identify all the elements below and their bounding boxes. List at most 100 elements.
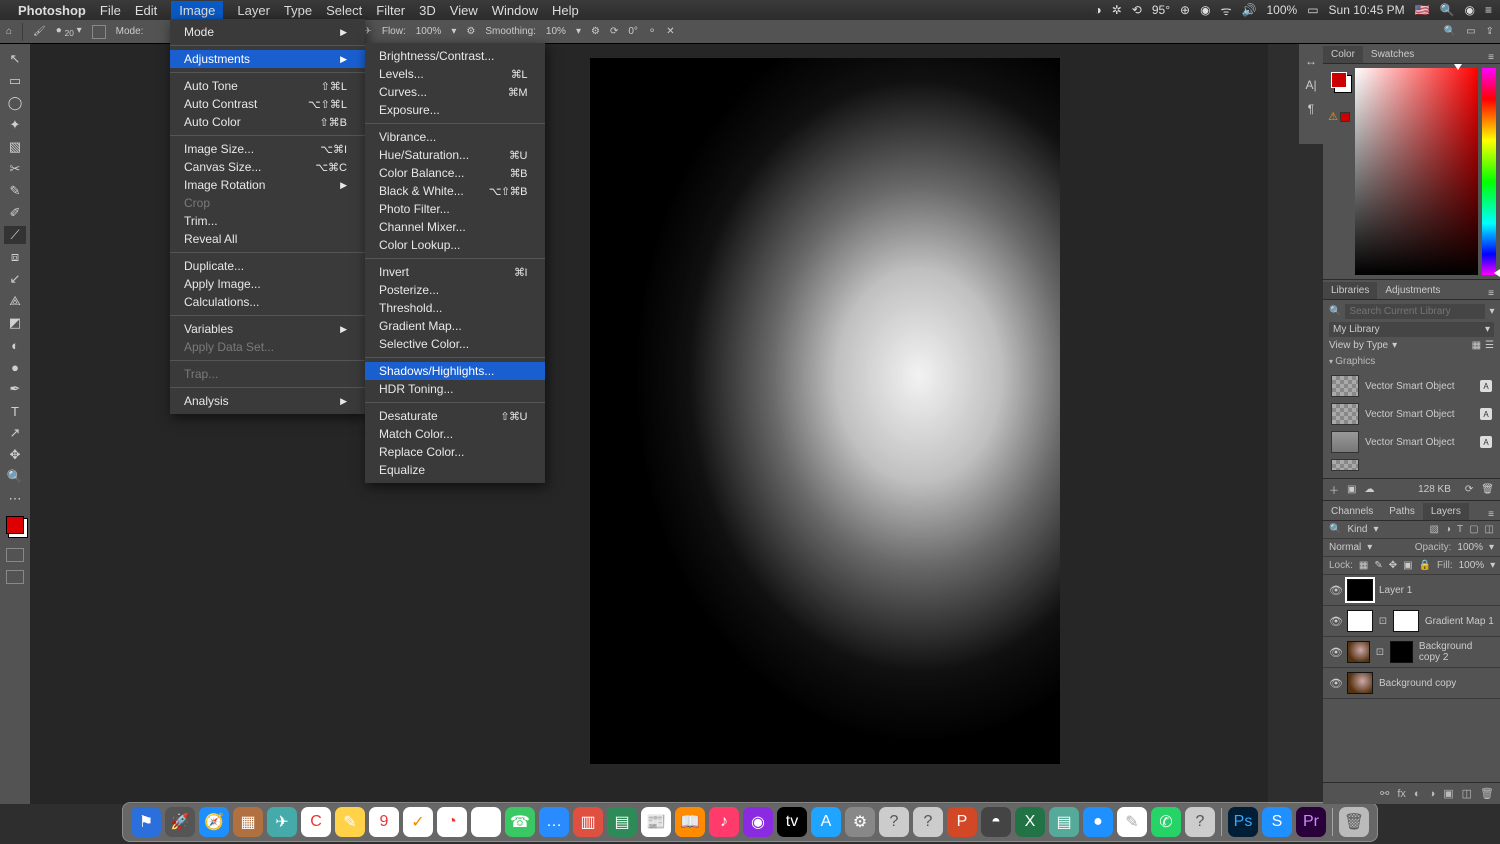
- menu-window[interactable]: Window: [492, 3, 538, 18]
- link-icon[interactable]: ⚀: [1376, 647, 1384, 658]
- siri-icon[interactable]: ◉: [1465, 3, 1475, 17]
- panel-menu-icon[interactable]: ≡: [1482, 288, 1500, 299]
- layer-name[interactable]: Layer 1: [1379, 585, 1412, 596]
- layer-name[interactable]: Gradient Map 1: [1425, 616, 1494, 627]
- menu-item[interactable]: Auto Contrast⌥⇧⌘L: [170, 95, 365, 113]
- menu-item[interactable]: Variables▶: [170, 320, 365, 338]
- menu-item[interactable]: Calculations...: [170, 293, 365, 311]
- blend-mode[interactable]: Normal: [1329, 542, 1361, 553]
- layer-mask-thumb[interactable]: [1390, 641, 1413, 663]
- trash-icon[interactable]: 🗑: [1480, 787, 1494, 800]
- dock-app[interactable]: tv: [777, 807, 807, 837]
- tool-5[interactable]: ✂: [4, 160, 26, 178]
- app-name[interactable]: Photoshop: [18, 3, 86, 18]
- dock-app[interactable]: A: [811, 807, 841, 837]
- dock-app[interactable]: Pr: [1296, 807, 1326, 837]
- layer-row[interactable]: 👁⚀Background copy 2: [1323, 637, 1500, 668]
- menu-file[interactable]: File: [100, 3, 121, 18]
- menu-view[interactable]: View: [450, 3, 478, 18]
- menu-item[interactable]: Duplicate...: [170, 257, 365, 275]
- dock-app[interactable]: ?: [1185, 807, 1215, 837]
- lock-artboard-icon[interactable]: ▣: [1403, 560, 1412, 571]
- layer-thumb[interactable]: [1347, 672, 1373, 694]
- status-icon[interactable]: ✲: [1112, 3, 1122, 17]
- dock-app[interactable]: ⚙: [845, 807, 875, 837]
- menu-item[interactable]: Analysis▶: [170, 392, 365, 410]
- library-search-input[interactable]: [1345, 304, 1485, 319]
- menu-item[interactable]: Vibrance...: [365, 128, 545, 146]
- menu-item[interactable]: Desaturate⇧⌘U: [365, 407, 545, 425]
- qmask[interactable]: [6, 548, 24, 562]
- lock-transparent-icon[interactable]: ▦: [1359, 560, 1368, 571]
- tool-2[interactable]: ◯: [4, 94, 26, 112]
- menu-item[interactable]: Curves...⌘M: [365, 83, 545, 101]
- status-icon[interactable]: ◉: [1200, 3, 1210, 17]
- layer-thumb[interactable]: [1347, 641, 1370, 663]
- library-item[interactable]: Vector Smart ObjectA: [1329, 428, 1494, 456]
- dock-app[interactable]: ?: [913, 807, 943, 837]
- lock-all-icon[interactable]: 🔒: [1419, 560, 1431, 571]
- menu-item[interactable]: Auto Color⇧⌘B: [170, 113, 365, 131]
- menu-item[interactable]: Image Rotation▶: [170, 176, 365, 194]
- dock-app[interactable]: ▤: [607, 807, 637, 837]
- menu-item[interactable]: Exposure...: [365, 101, 545, 119]
- tab-adjustments[interactable]: Adjustments: [1377, 282, 1448, 299]
- link-layers-icon[interactable]: ⚯: [1380, 787, 1389, 800]
- library-item[interactable]: Vector Smart ObjectA: [1329, 400, 1494, 428]
- menu-item[interactable]: Mode▶: [170, 23, 365, 41]
- tool-8[interactable]: ⟋: [4, 226, 26, 244]
- status-icon[interactable]: ◑: [1094, 3, 1101, 17]
- tool-10[interactable]: ↙: [4, 270, 26, 288]
- tool-19[interactable]: 🔍: [4, 468, 26, 486]
- panel-menu-icon[interactable]: ≡: [1482, 509, 1500, 520]
- visibility-icon[interactable]: 👁: [1329, 615, 1341, 628]
- tab-swatches[interactable]: Swatches: [1363, 46, 1422, 63]
- panel-menu-icon[interactable]: ≡: [1482, 52, 1500, 63]
- menu-item[interactable]: Hue/Saturation...⌘U: [365, 146, 545, 164]
- menu-help[interactable]: Help: [552, 3, 579, 18]
- tool-7[interactable]: ✐: [4, 204, 26, 222]
- menu-3d[interactable]: 3D: [419, 3, 436, 18]
- mask-icon[interactable]: ◐: [1414, 788, 1421, 800]
- visibility-icon[interactable]: 👁: [1329, 677, 1341, 690]
- adjustment-icon[interactable]: ◑: [1429, 788, 1436, 800]
- character-icon[interactable]: A|: [1305, 78, 1316, 92]
- tool-15[interactable]: ✒: [4, 380, 26, 398]
- menu-item[interactable]: Color Balance...⌘B: [365, 164, 545, 182]
- dock-app[interactable]: ▦: [233, 807, 263, 837]
- dock-app[interactable]: 🚀: [165, 807, 195, 837]
- menu-layer[interactable]: Layer: [237, 3, 270, 18]
- tool-3[interactable]: ✦: [4, 116, 26, 134]
- tool-4[interactable]: ▧: [4, 138, 26, 156]
- tool-14[interactable]: ●: [4, 358, 26, 376]
- dock-app[interactable]: ⚑: [131, 807, 161, 837]
- menu-item[interactable]: Image Size...⌥⌘I: [170, 140, 365, 158]
- screen[interactable]: [6, 570, 24, 584]
- flow-value[interactable]: 100%: [416, 26, 442, 37]
- tool-11[interactable]: ⟁: [4, 292, 26, 310]
- menu-select[interactable]: Select: [326, 3, 362, 18]
- dock-app[interactable]: ?: [879, 807, 909, 837]
- tool-1[interactable]: ▭: [4, 72, 26, 90]
- dock-app[interactable]: ▤: [1049, 807, 1079, 837]
- filter-shape-icon[interactable]: ▢: [1469, 524, 1478, 535]
- grid-view-icon[interactable]: ▦: [1472, 340, 1481, 351]
- library-item[interactable]: Vector Smart ObjectA: [1329, 372, 1494, 400]
- fill-value[interactable]: 100%: [1459, 560, 1485, 571]
- dock-app[interactable]: ♪: [709, 807, 739, 837]
- layer-mask-thumb[interactable]: [1393, 610, 1419, 632]
- menu-type[interactable]: Type: [284, 3, 312, 18]
- menu-item[interactable]: Shadows/Highlights...: [365, 362, 545, 380]
- dock-app[interactable]: ☎: [505, 807, 535, 837]
- brushes-icon[interactable]: ↔: [1305, 54, 1317, 68]
- chevron-down-icon[interactable]: ▾: [1489, 306, 1494, 317]
- cloud-icon[interactable]: ☁: [1364, 484, 1374, 495]
- tool-0[interactable]: ↖: [4, 50, 26, 68]
- filter-type-icon[interactable]: T: [1457, 524, 1463, 535]
- new-layer-icon[interactable]: ◫: [1462, 787, 1472, 800]
- dock-app[interactable]: X: [1015, 807, 1045, 837]
- layer-name[interactable]: Background copy 2: [1419, 641, 1494, 663]
- gamut-warning[interactable]: ⚠: [1328, 110, 1350, 123]
- gear-icon[interactable]: ⚙: [591, 26, 600, 37]
- link-icon[interactable]: ⚀: [1379, 616, 1387, 627]
